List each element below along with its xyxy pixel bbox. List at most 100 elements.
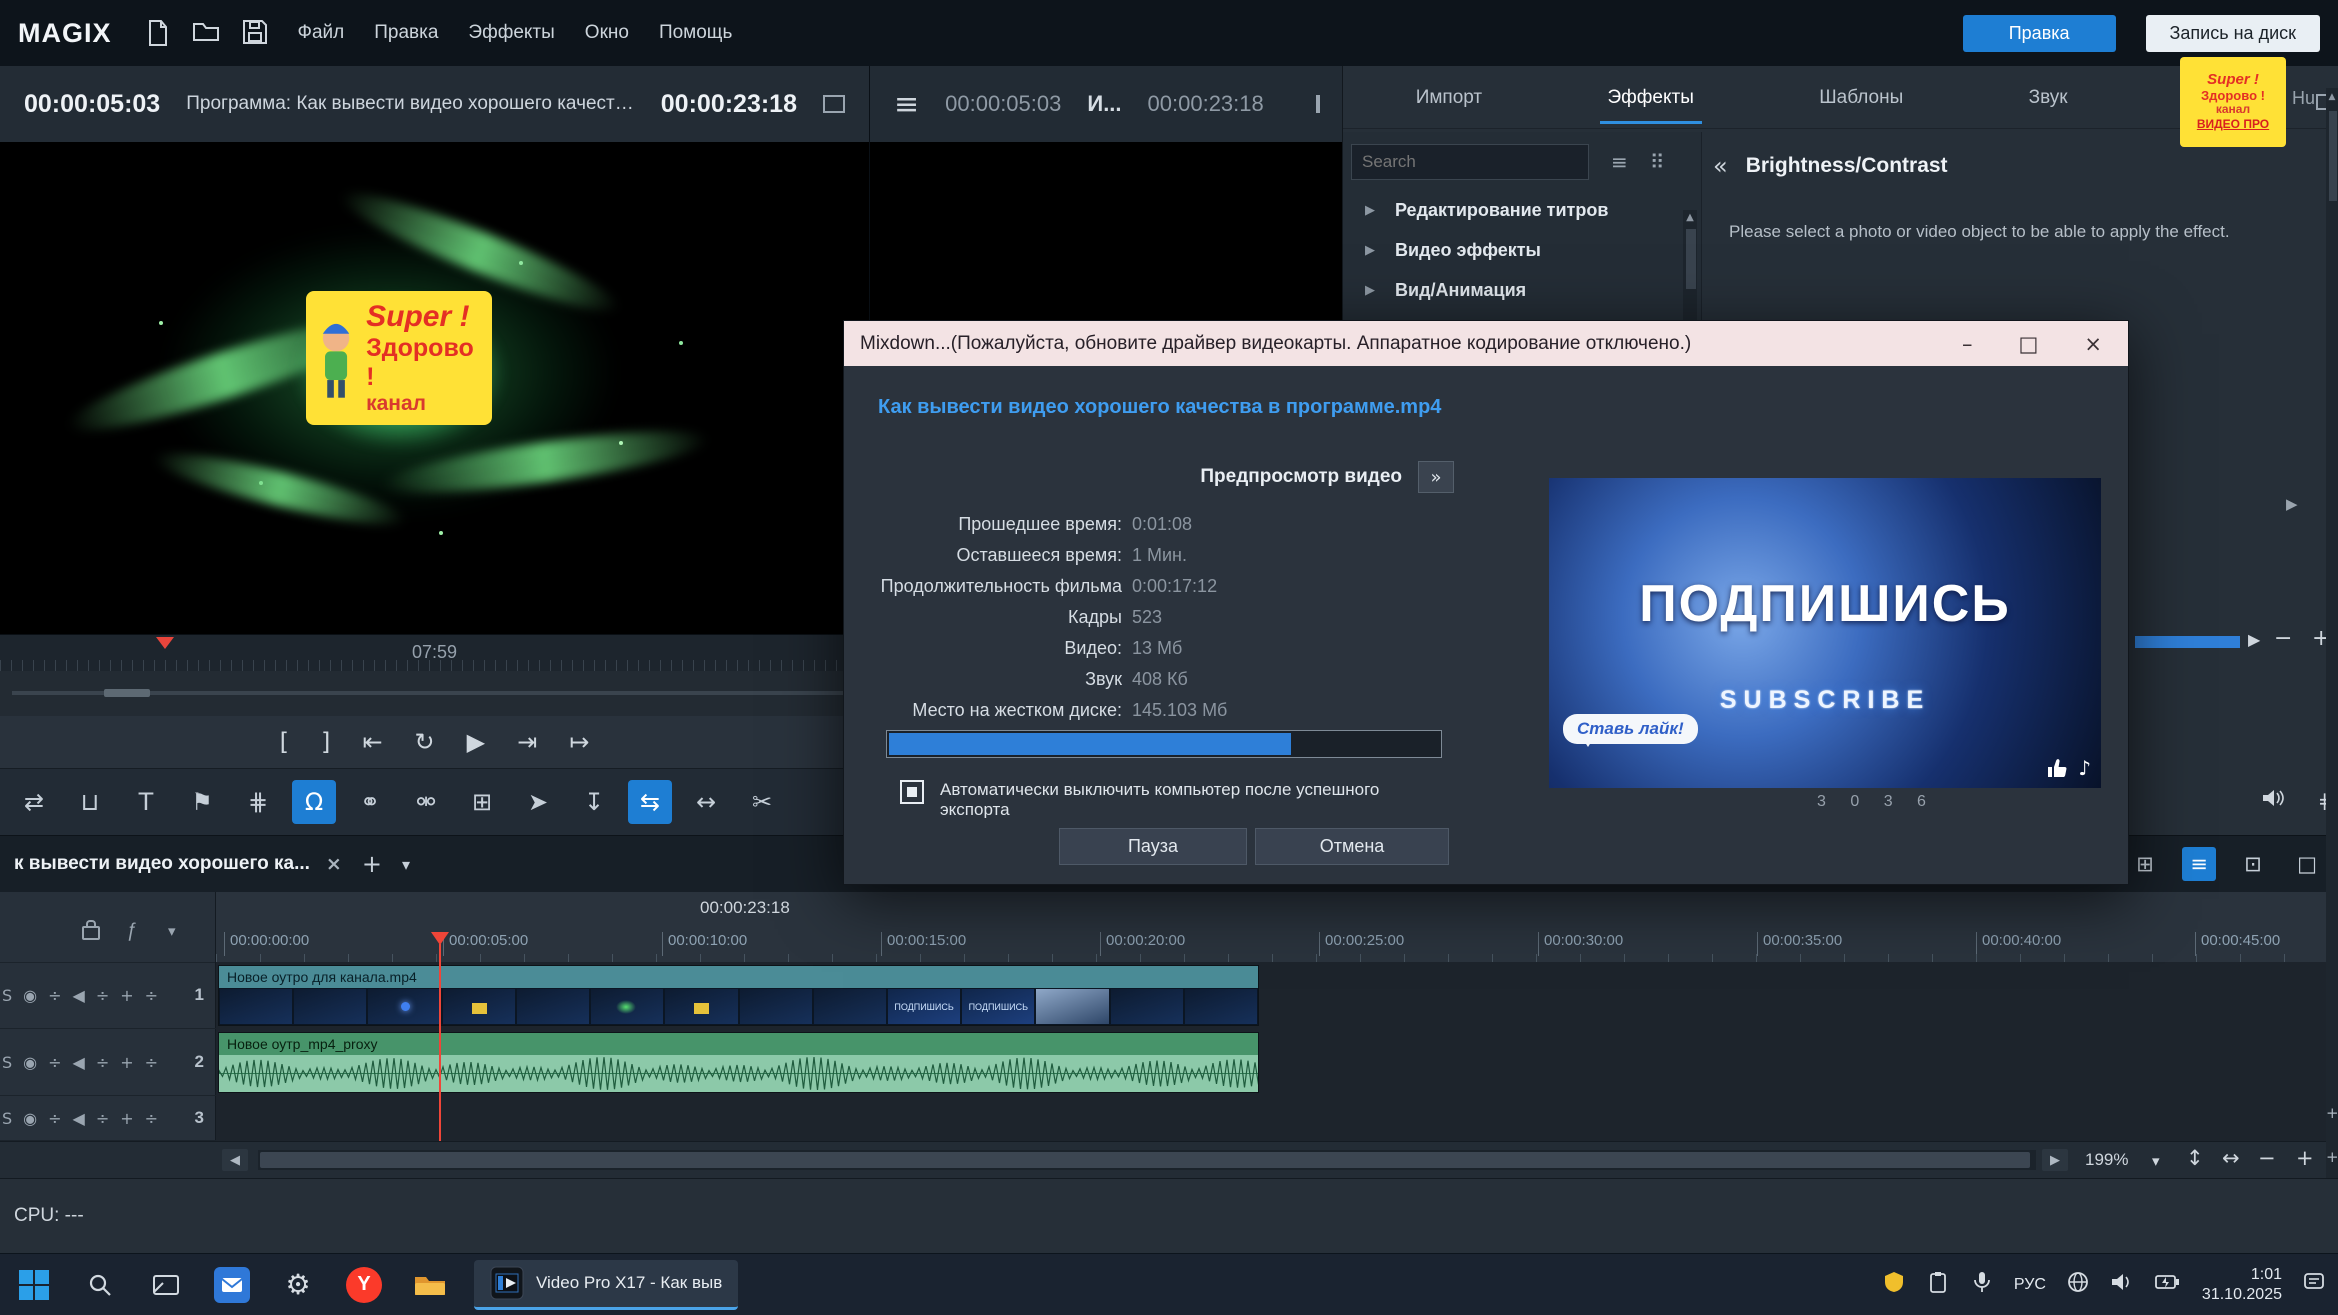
curve-icon[interactable]: ÷ [48, 1109, 61, 1128]
swap-mode-icon[interactable]: ⇆ [628, 780, 672, 824]
back-chevrons-icon[interactable]: « [1713, 152, 1728, 180]
tree-item-video-effects[interactable]: ▶ Видео эффекты [1343, 230, 1701, 270]
cancel-button[interactable]: Отмена [1255, 828, 1449, 865]
levels-icon[interactable]: ⋕ [236, 780, 280, 824]
chevron-right-icon[interactable]: ▶ [1365, 283, 1375, 298]
preview-scrubber[interactable]: 07:59 [0, 634, 869, 672]
file-explorer-icon[interactable] [408, 1263, 452, 1307]
menu-help[interactable]: Помощь [659, 22, 732, 44]
shutdown-checkbox-row[interactable]: Автоматически выключить компьютер после … [900, 780, 1440, 818]
titles-icon[interactable]: T [124, 780, 168, 824]
timeline-ruler[interactable]: 00:00:23:18 00:00:00:00 00:00:05:00 00:0… [216, 892, 2326, 963]
menu-window[interactable]: Окно [585, 22, 629, 44]
solo-icon[interactable]: S [2, 986, 12, 1005]
menu-file[interactable]: Файл [298, 22, 345, 44]
speaker-icon[interactable]: ◀ [73, 1109, 85, 1128]
add-icon[interactable]: + [120, 986, 133, 1005]
source-fullscreen-icon[interactable] [1315, 95, 1320, 113]
speaker-icon[interactable]: ◀ [73, 986, 85, 1005]
track-zoom-in-icon[interactable]: + [2326, 1104, 2338, 1122]
marker-icon[interactable]: ⚑ [180, 780, 224, 824]
stretch-icon[interactable]: ↔ [684, 780, 728, 824]
lock-icon[interactable] [82, 920, 100, 940]
scroll-up-icon[interactable]: ▲ [2326, 92, 2338, 102]
volume-icon[interactable] [2110, 1272, 2134, 1297]
curve-icon[interactable]: ÷ [96, 1053, 109, 1072]
curve-icon[interactable]: ÷ [96, 1109, 109, 1128]
program-video-canvas[interactable]: Super ! Здорово ! канал [0, 142, 869, 634]
track-lane-3[interactable] [216, 1096, 2326, 1142]
minimize-icon[interactable]: – [1962, 332, 1973, 356]
pull-down-icon[interactable]: ↧ [572, 780, 616, 824]
start-button[interactable] [12, 1263, 56, 1307]
new-file-icon[interactable] [146, 19, 170, 47]
tab-effects[interactable]: Эффекты [1599, 71, 1702, 124]
edit-mode-button[interactable]: Правка [1962, 14, 2116, 52]
zoom-in-icon[interactable]: + [2296, 1146, 2314, 1170]
mark-in-button[interactable]: [ [280, 728, 289, 756]
jump-start-button[interactable]: ⇤ [362, 728, 382, 756]
track-lane-1[interactable]: Новое оутро для канала.mp4 ПОДПИШИСЬ ПОД… [216, 962, 2326, 1030]
track-lane-2[interactable]: Новое оутр_mp4_proxy [216, 1029, 2326, 1097]
magnet-snap-icon[interactable]: Ω [292, 780, 336, 824]
play-button[interactable]: ▶ [467, 728, 485, 756]
sort-icon[interactable]: ≡ [1611, 150, 1628, 174]
checkbox[interactable] [900, 780, 924, 804]
hamburger-menu-icon[interactable]: ≡ [894, 87, 919, 122]
add-icon[interactable]: + [120, 1109, 133, 1128]
network-globe-icon[interactable] [2066, 1270, 2090, 1299]
view-mode-icon[interactable]: ⠿ [1650, 150, 1665, 174]
battery-icon[interactable] [2154, 1271, 2182, 1298]
search-icon[interactable] [78, 1263, 122, 1307]
curve-icon[interactable]: ÷ [48, 1053, 61, 1072]
track-header-3[interactable]: S ◉ ÷ ◀ ÷ + ÷ 3 [0, 1096, 216, 1141]
tab-audio[interactable]: Звук [2021, 71, 2076, 124]
notification-icon[interactable] [2302, 1270, 2326, 1299]
group-icon[interactable]: ⚭ [348, 780, 392, 824]
ungroup-icon[interactable]: ⚮ [404, 780, 448, 824]
range-handle[interactable] [104, 689, 150, 697]
settings-gear-icon[interactable]: ⚙ [276, 1263, 320, 1307]
task-view-icon[interactable] [144, 1263, 188, 1307]
speaker-icon[interactable]: ◀ [73, 1053, 85, 1072]
curve-icon[interactable]: ÷ [145, 1109, 158, 1128]
visibility-icon[interactable]: ◉ [23, 986, 37, 1005]
delete-icon[interactable]: ⊔ [68, 780, 112, 824]
zoom-out-icon[interactable]: − [2274, 626, 2292, 651]
project-dropdown-icon[interactable]: ▾ [402, 855, 410, 874]
scroll-right-icon[interactable]: ▶ [2042, 1149, 2068, 1171]
maximize-icon[interactable]: □ [2019, 332, 2039, 356]
language-indicator[interactable]: РУС [2014, 1276, 2046, 1294]
visibility-icon[interactable]: ◉ [23, 1053, 37, 1072]
project-tab[interactable]: к вывести видео хорошего ка... × [14, 853, 342, 875]
timeline-playhead[interactable] [431, 932, 449, 1141]
jump-end-button[interactable]: ⇥ [517, 728, 537, 756]
visibility-icon[interactable]: ◉ [23, 1109, 37, 1128]
app-vertical-scrollbar[interactable]: ▲ + + [2326, 88, 2338, 1178]
active-app-taskbar-button[interactable]: Video Pro X17 - Как выв [474, 1259, 739, 1310]
add-project-icon[interactable]: + [362, 850, 382, 878]
audio-clip[interactable]: Новое оутр_mp4_proxy [218, 1032, 1259, 1093]
loop-button[interactable]: ↻ [415, 728, 435, 756]
undo-redo-icon[interactable]: ⇄ [12, 780, 56, 824]
chevron-down-icon[interactable]: ▾ [168, 922, 176, 940]
save-icon[interactable] [242, 19, 268, 47]
expand-preview-icon[interactable]: » [1418, 461, 1454, 493]
speaker-icon[interactable] [2262, 788, 2284, 813]
solo-icon[interactable]: S [2, 1109, 12, 1128]
list-view-icon[interactable]: ≡ [2182, 847, 2216, 881]
fullscreen-icon[interactable] [823, 95, 845, 113]
solo-icon[interactable]: S [2, 1053, 12, 1072]
range-end-button[interactable]: ↦ [569, 728, 589, 756]
yandex-browser-icon[interactable]: Y [342, 1263, 386, 1307]
search-input[interactable] [1351, 144, 1589, 180]
video-clip[interactable]: Новое оутро для канала.mp4 ПОДПИШИСЬ ПОД… [218, 965, 1259, 1026]
mouse-mode-icon[interactable]: ➤ [516, 780, 560, 824]
preview-size-slider[interactable] [2135, 636, 2240, 648]
menu-effects[interactable]: Эффекты [468, 22, 554, 44]
zoom-out-icon[interactable]: − [2258, 1146, 2276, 1170]
scrollbar-thumb[interactable] [260, 1152, 2030, 1168]
split-icon[interactable]: ✂ [740, 780, 784, 824]
antivirus-shield-icon[interactable] [1882, 1270, 1906, 1299]
tab-import[interactable]: Импорт [1408, 71, 1490, 124]
